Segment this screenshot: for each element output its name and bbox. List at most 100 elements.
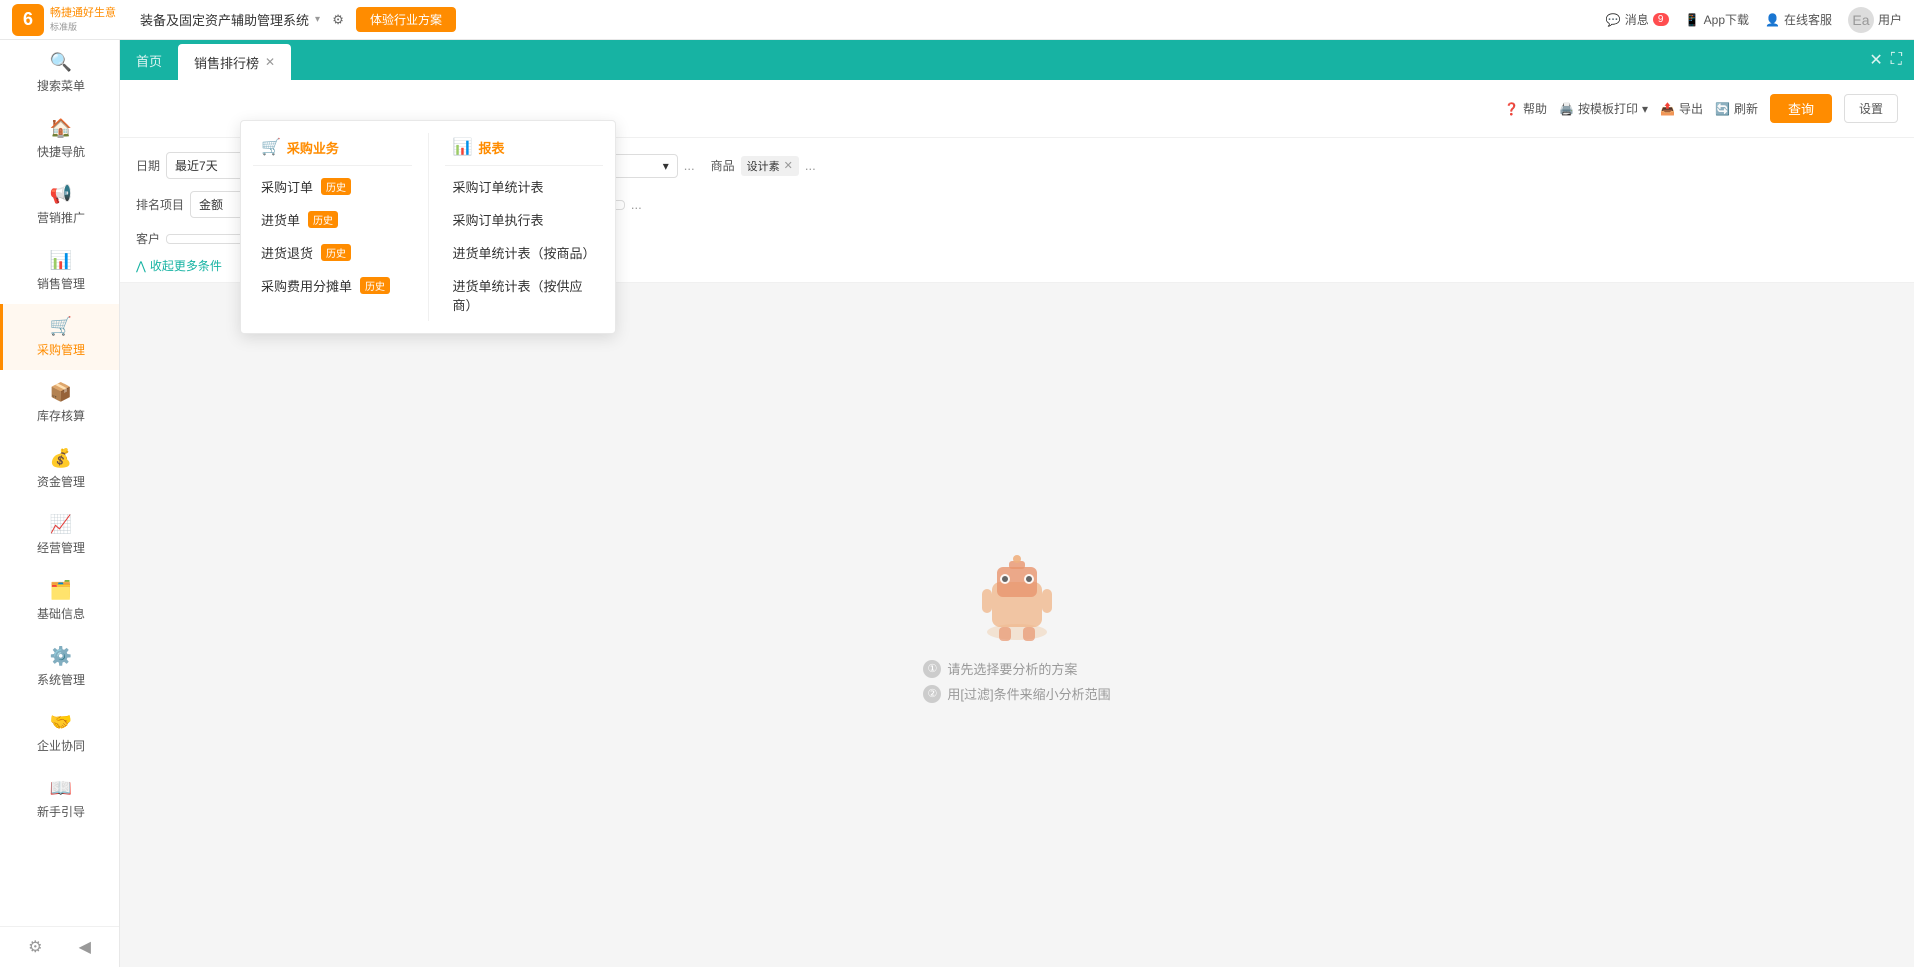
empty-illustration — [967, 547, 1067, 647]
search-icon: 🔍 — [50, 52, 72, 73]
print-button[interactable]: 🖨️ 按模板打印 ▾ — [1559, 100, 1648, 117]
gear-button[interactable]: ⚙ — [326, 8, 350, 32]
message-button[interactable]: 💬 消息 9 — [1606, 11, 1669, 28]
menu-item-goods-stats-product[interactable]: 进货单统计表（按商品） — [445, 236, 604, 269]
menu-item-purchase-expense[interactable]: 采购费用分摊单 历史 — [253, 269, 412, 302]
logo-sub: 标准版 — [50, 20, 116, 33]
sidebar-item-guide[interactable]: 📖 新手引导 — [0, 766, 119, 832]
empty-state: ① 请先选择要分析的方案 ② 用[过滤]条件来缩小分析范围 — [120, 283, 1914, 967]
sidebar-item-system[interactable]: ⚙️ 系统管理 — [0, 634, 119, 700]
purchase-order-label: 采购订单 — [261, 177, 313, 196]
refresh-label: 刷新 — [1734, 100, 1758, 117]
sidebar-item-basic[interactable]: 🗂️ 基础信息 — [0, 568, 119, 634]
user-button[interactable]: Ea 用户 — [1848, 7, 1902, 33]
refresh-icon: 🔄 — [1715, 102, 1730, 116]
sidebar-item-label: 销售管理 — [37, 275, 85, 292]
menu-item-purchase-order[interactable]: 采购订单 历史 — [253, 170, 412, 203]
help-button[interactable]: ❓ 帮助 — [1504, 100, 1547, 117]
expand-button[interactable]: ⛶ — [1891, 51, 1902, 69]
sidebar-item-label: 新手引导 — [37, 803, 85, 820]
menu-item-order-stats[interactable]: 采购订单统计表 — [445, 170, 604, 203]
sidebar-item-marketing[interactable]: 📢 营销推广 — [0, 172, 119, 238]
goods-filter: 商品 设计素 ✕ ... — [711, 156, 816, 176]
collapse-sidebar-button[interactable]: ◀ — [79, 937, 91, 957]
goods-tag-close[interactable]: ✕ — [784, 159, 793, 172]
collapse-label: 收起更多条件 — [150, 257, 222, 274]
tab-home[interactable]: 首页 — [120, 40, 178, 80]
tab-home-label: 首页 — [136, 51, 162, 70]
online-service-label: 在线客服 — [1784, 11, 1832, 28]
collapse-arrow-icon: ⋀ — [136, 259, 146, 273]
user-label: 用户 — [1878, 11, 1902, 28]
rank-value: 金额 — [199, 196, 223, 213]
industry-button[interactable]: 体验行业方案 — [356, 7, 456, 32]
goods-receipt-label: 进货单 — [261, 210, 300, 229]
tab-sales-rank[interactable]: 销售排行榜 ✕ — [178, 44, 291, 80]
system-name-area: 装备及固定资产辅助管理系统 ▾ ⚙ 体验行业方案 — [140, 7, 1598, 32]
sales-icon: 📊 — [50, 250, 72, 271]
sidebar-item-operation[interactable]: 📈 经营管理 — [0, 502, 119, 568]
sidebar-item-cooperation[interactable]: 🤝 企业协同 — [0, 700, 119, 766]
system-dropdown-arrow[interactable]: ▾ — [315, 14, 320, 25]
menu-item-goods-receipt[interactable]: 进货单 历史 — [253, 203, 412, 236]
menu-item-order-exec[interactable]: 采购订单执行表 — [445, 203, 604, 236]
sidebar-item-finance[interactable]: 💰 资金管理 — [0, 436, 119, 502]
sidebar-item-search[interactable]: 🔍 搜索菜单 — [0, 40, 119, 106]
purchase-icon: 🛒 — [50, 316, 72, 337]
sidebar-item-label: 搜索菜单 — [37, 77, 85, 94]
sidebar-item-label: 基础信息 — [37, 605, 85, 622]
goods-label: 商品 — [711, 157, 735, 174]
tip2-num: ② — [923, 685, 941, 703]
phone-icon: 📱 — [1685, 13, 1700, 27]
settings-bottom-button[interactable]: ⚙ — [28, 937, 42, 957]
goods-receipt-badge: 历史 — [308, 211, 338, 228]
date-value: 最近7天 — [175, 157, 218, 174]
sidebar-bottom: ⚙ ◀ — [0, 926, 119, 967]
goods-tag[interactable]: 设计素 ✕ — [741, 156, 799, 176]
online-service-button[interactable]: 👤 在线客服 — [1765, 11, 1832, 28]
report-section-label: 报表 — [478, 138, 504, 157]
sidebar-item-label: 企业协同 — [37, 737, 85, 754]
query-button[interactable]: 查询 — [1770, 94, 1832, 123]
tab-bar: 首页 销售排行榜 ✕ ✕ ⛶ — [120, 40, 1914, 80]
order-stats-label: 采购订单统计表 — [453, 177, 544, 196]
menu-item-goods-stats-supplier[interactable]: 进货单统计表（按供应商） — [445, 269, 604, 321]
guide-icon: 📖 — [50, 778, 72, 799]
purchase-section-label: 采购业务 — [287, 138, 339, 157]
menu-section-purchase-title: 🛒 采购业务 — [253, 133, 412, 166]
goods-more[interactable]: ... — [805, 158, 816, 173]
sidebar-item-sales[interactable]: 📊 销售管理 — [0, 238, 119, 304]
tip1-text: 请先选择要分析的方案 — [947, 659, 1077, 678]
sidebar-item-label: 系统管理 — [37, 671, 85, 688]
tab-close-icon[interactable]: ✕ — [265, 55, 275, 69]
menu-item-goods-return[interactable]: 进货退货 历史 — [253, 236, 412, 269]
sidebar: 🔍 搜索菜单 🏠 快捷导航 📢 营销推广 📊 销售管理 🛒 采购管理 📦 库存核… — [0, 40, 120, 967]
settings-button[interactable]: 设置 — [1844, 94, 1898, 123]
salesman-more[interactable]: ... — [631, 197, 642, 212]
print-icon: 🖨️ — [1559, 102, 1574, 116]
sidebar-item-inventory[interactable]: 📦 库存核算 — [0, 370, 119, 436]
goods-return-badge: 历史 — [321, 244, 351, 261]
empty-tip-1: ① 请先选择要分析的方案 — [923, 659, 1110, 678]
refresh-button[interactable]: 🔄 刷新 — [1715, 100, 1758, 117]
inventory-icon: 📦 — [50, 382, 72, 403]
menu-divider — [428, 133, 429, 321]
menu-section-report: 📊 报表 采购订单统计表 采购订单执行表 进货单统计表（按商品） 进货单统计表（… — [433, 133, 616, 321]
menu-section-purchase: 🛒 采购业务 采购订单 历史 进货单 历史 进货退货 历史 采购费用分摊单 — [241, 133, 424, 321]
sidebar-item-nav[interactable]: 🏠 快捷导航 — [0, 106, 119, 172]
print-label: 按模板打印 — [1578, 100, 1638, 117]
rank-label: 排名项目 — [136, 196, 184, 213]
avatar: Ea — [1848, 7, 1874, 33]
menu-section-report-title: 📊 报表 — [445, 133, 604, 166]
export-button[interactable]: 📤 导出 — [1660, 100, 1703, 117]
content-area: 首页 销售排行榜 ✕ ✕ ⛶ ❓ 帮助 🖨️ 按模板打印 ▾ — [120, 40, 1914, 967]
tip1-num: ① — [923, 660, 941, 678]
sidebar-item-purchase[interactable]: 🛒 采购管理 — [0, 304, 119, 370]
goods-stats-supplier-label: 进货单统计表（按供应商） — [453, 276, 596, 314]
voucher-more[interactable]: ... — [684, 158, 695, 173]
close-tab-button[interactable]: ✕ — [1869, 50, 1882, 70]
print-dropdown-arrow[interactable]: ▾ — [1642, 102, 1648, 116]
sidebar-item-label: 库存核算 — [37, 407, 85, 424]
main-layout: 🔍 搜索菜单 🏠 快捷导航 📢 营销推广 📊 销售管理 🛒 采购管理 📦 库存核… — [0, 40, 1914, 967]
app-download-button[interactable]: 📱 App下载 — [1685, 11, 1749, 28]
